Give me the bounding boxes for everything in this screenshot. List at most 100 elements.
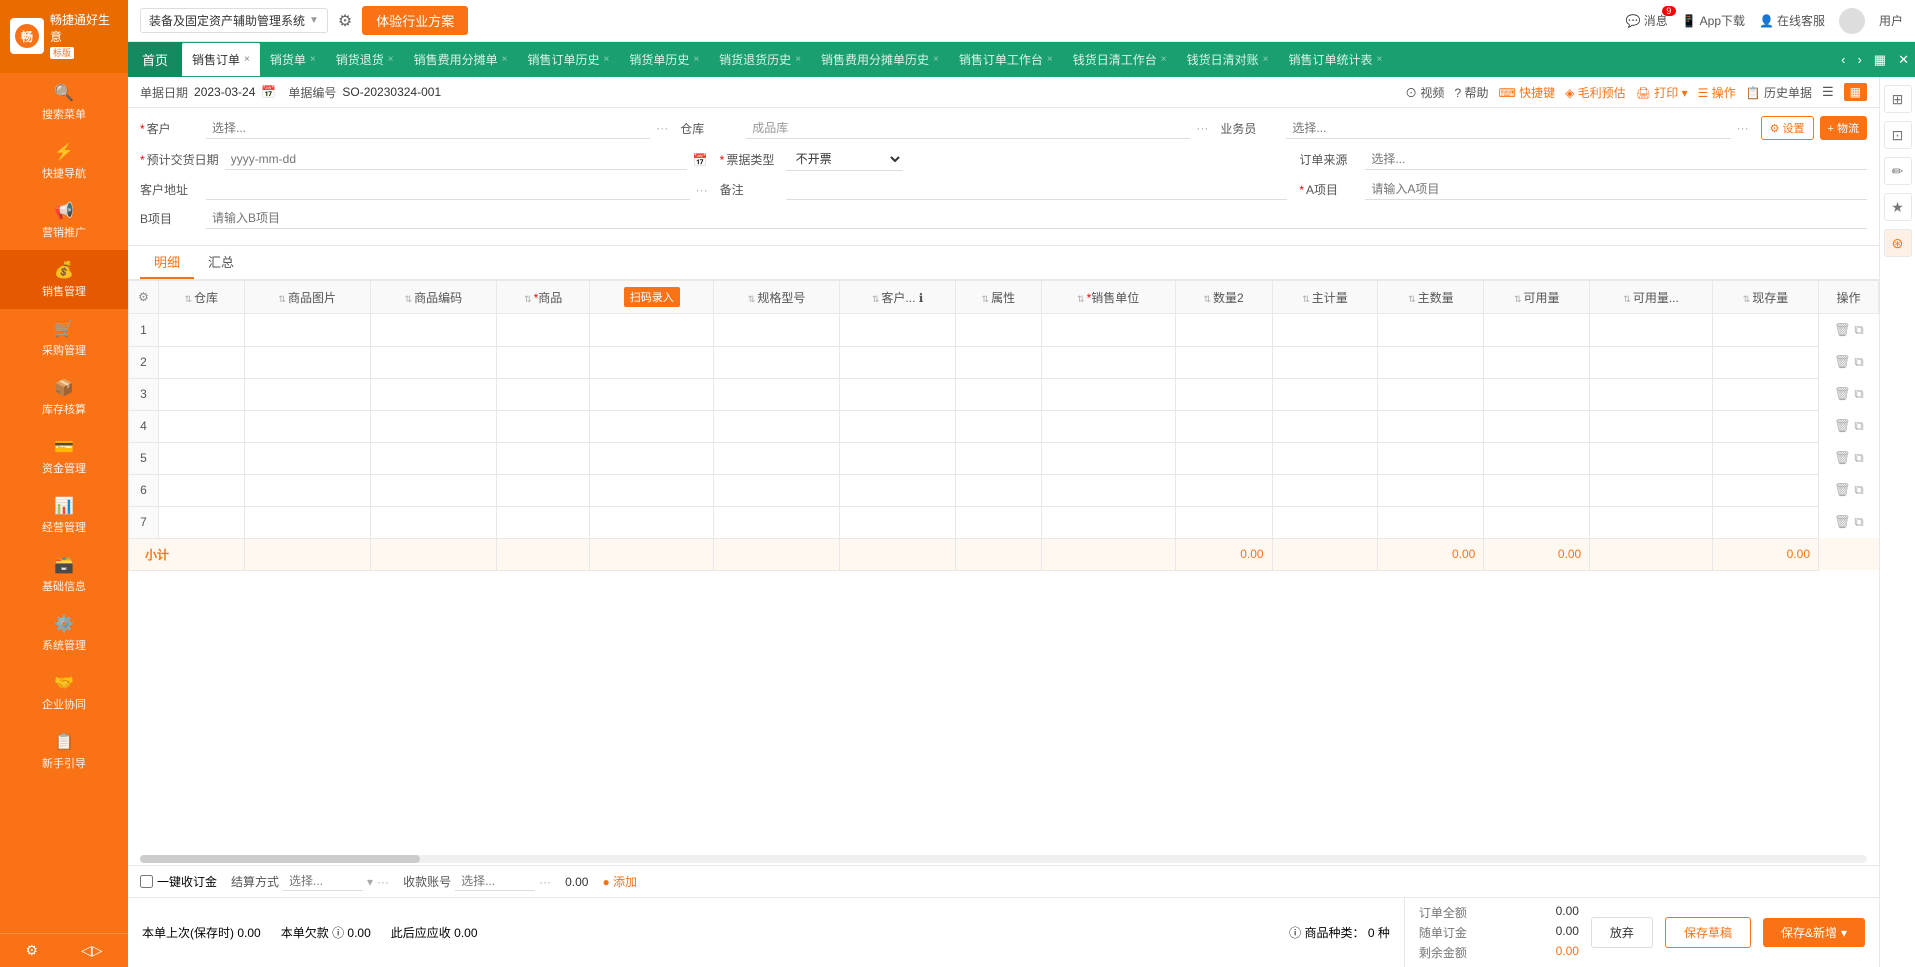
add-logistics-btn[interactable]: + 物流 [1820, 116, 1867, 140]
panel-btn-2[interactable]: ⊡ [1884, 121, 1912, 149]
tab-sales-order[interactable]: 销售订单 × [182, 43, 260, 76]
help-btn[interactable]: ? 帮助 [1454, 84, 1488, 101]
info-circle-icon[interactable]: ⓘ [1289, 926, 1301, 940]
tab-detail[interactable]: 明细 [140, 246, 194, 279]
tab-next-btn[interactable]: › [1851, 46, 1867, 73]
close-icon[interactable]: × [388, 54, 394, 65]
tab-sales-bill[interactable]: 销货单 × [260, 43, 326, 76]
close-icon[interactable]: × [1263, 54, 1269, 65]
warehouse-input[interactable] [746, 118, 1190, 139]
calendar-icon[interactable]: 📅 [261, 85, 276, 99]
tab-sales-bill-history[interactable]: 销货单历史 × [619, 43, 709, 76]
warehouse-more-icon[interactable]: ··· [1196, 121, 1208, 135]
settings-btn[interactable]: ⚙ 设置 [1761, 116, 1814, 140]
delete-icon[interactable]: 🗑 [1834, 386, 1851, 402]
scan-btn[interactable]: 扫码录入 [624, 287, 680, 307]
sidebar-settings-btn[interactable]: ⚙ [25, 942, 38, 959]
settings-gear-btn[interactable]: ⚙ [338, 11, 352, 31]
close-icon[interactable]: × [1376, 54, 1382, 65]
print-btn[interactable]: 🖨 打印 ▾ [1636, 84, 1688, 101]
app-download-btn[interactable]: 📱 App下载 [1682, 12, 1745, 29]
order-source-input[interactable] [1365, 149, 1867, 170]
video-btn[interactable]: ⊙ 视频 [1405, 84, 1444, 101]
discard-btn[interactable]: 放弃 [1591, 917, 1653, 948]
panel-btn-4[interactable]: ★ [1884, 193, 1912, 221]
app-selector[interactable]: 装备及固定资产辅助管理系统 ▼ [140, 8, 328, 33]
close-icon[interactable]: × [310, 54, 316, 65]
staff-more-icon[interactable]: ··· [1737, 121, 1749, 135]
close-icon[interactable]: × [1047, 54, 1053, 65]
close-icon[interactable]: × [502, 54, 508, 65]
industry-btn[interactable]: 体验行业方案 [362, 6, 468, 35]
tab-cash-reconcile[interactable]: 钱货日清对账 × [1177, 43, 1279, 76]
address-input[interactable] [206, 179, 690, 200]
close-icon[interactable]: × [244, 54, 250, 65]
sidebar-item-system[interactable]: ⚙️ 系统管理 [0, 604, 128, 663]
tab-sales-return[interactable]: 销货退货 × [326, 43, 404, 76]
tab-home[interactable]: 首页 [128, 42, 182, 77]
a-project-input[interactable] [1365, 179, 1867, 200]
account-more-icon[interactable]: ··· [539, 875, 551, 889]
list-view-btn[interactable]: ▦ [1844, 83, 1867, 101]
customer-more-icon[interactable]: ··· [656, 121, 668, 135]
tab-cash-daily-workbench[interactable]: 钱货日清工作台 × [1063, 43, 1177, 76]
address-more-icon[interactable]: ··· [696, 183, 708, 197]
tab-summary[interactable]: 汇总 [194, 246, 248, 279]
tab-sales-fee-split[interactable]: 销售费用分摊单 × [404, 43, 518, 76]
operations-btn[interactable]: ☰ 操作 [1698, 84, 1736, 101]
tab-close-all-btn[interactable]: ✕ [1892, 46, 1915, 74]
sidebar-item-search[interactable]: 🔍 搜索菜单 [0, 73, 128, 132]
tab-sales-fee-history[interactable]: 销售费用分摊单历史 × [811, 43, 949, 76]
staff-input[interactable] [1286, 118, 1730, 139]
delivery-calendar-icon[interactable]: 📅 [693, 153, 708, 167]
payment-more-icon[interactable]: ··· [377, 875, 389, 889]
b-project-input[interactable] [206, 208, 1867, 229]
close-icon[interactable]: × [795, 54, 801, 65]
copy-icon[interactable]: ⧉ [1854, 450, 1863, 466]
sidebar-item-guide[interactable]: 📋 新手引导 [0, 722, 128, 781]
note-input[interactable] [786, 179, 1288, 200]
sidebar-item-collab[interactable]: 🤝 企业协同 [0, 663, 128, 722]
delivery-date-input[interactable] [225, 149, 687, 170]
copy-icon[interactable]: ⧉ [1854, 354, 1863, 370]
invoice-type-select[interactable]: 不开票 增值税普通发票 增值税专用发票 [786, 148, 903, 171]
sidebar-collapse-btn[interactable]: ◁▷ [81, 942, 103, 959]
delete-icon[interactable]: 🗑 [1834, 450, 1851, 466]
sidebar-item-finance[interactable]: 💳 资金管理 [0, 427, 128, 486]
scrollbar-track[interactable] [140, 855, 1867, 863]
copy-icon[interactable]: ⧉ [1854, 322, 1863, 338]
panel-btn-1[interactable]: ⊞ [1884, 85, 1912, 113]
th-gear[interactable]: ⚙ [129, 281, 159, 314]
sidebar-item-marketing[interactable]: 📢 营销推广 [0, 191, 128, 250]
panel-btn-3[interactable]: ✏ [1884, 157, 1912, 185]
delete-icon[interactable]: 🗑 [1834, 354, 1851, 370]
sidebar-item-sales[interactable]: 💰 销售管理 [0, 250, 128, 309]
delete-icon[interactable]: 🗑 [1834, 482, 1851, 498]
copy-icon[interactable]: ⧉ [1854, 514, 1863, 530]
close-icon[interactable]: × [693, 54, 699, 65]
th-scan[interactable]: 扫码录入 [590, 281, 714, 314]
sidebar-item-basic-info[interactable]: 🗃️ 基础信息 [0, 545, 128, 604]
messages-btn[interactable]: 💬 消息 9 [1626, 12, 1668, 29]
save-draft-btn[interactable]: 保存草稿 [1665, 917, 1751, 948]
sidebar-item-shortcut[interactable]: ⚡ 快捷导航 [0, 132, 128, 191]
delete-icon[interactable]: 🗑 [1834, 322, 1851, 338]
customer-input[interactable] [206, 118, 650, 139]
online-service-btn[interactable]: 👤 在线客服 [1759, 12, 1825, 29]
gear-icon[interactable]: ⚙ [138, 290, 149, 304]
sidebar-item-purchase[interactable]: 🛒 采购管理 [0, 309, 128, 368]
grid-view-btn[interactable]: ☰ [1822, 84, 1834, 100]
sidebar-item-operations[interactable]: 📊 经营管理 [0, 486, 128, 545]
history-btn[interactable]: 📋 历史单据 [1746, 84, 1812, 101]
tab-sales-workbench[interactable]: 销售订单工作台 × [949, 43, 1063, 76]
copy-icon[interactable]: ⧉ [1854, 386, 1863, 402]
close-icon[interactable]: × [933, 54, 939, 65]
payment-method-input[interactable] [283, 872, 363, 891]
close-icon[interactable]: × [1161, 54, 1167, 65]
sidebar-item-inventory[interactable]: 📦 库存核算 [0, 368, 128, 427]
one-click-checkbox[interactable] [140, 875, 153, 888]
tab-list-btn[interactable]: ▦ [1868, 46, 1892, 74]
copy-icon[interactable]: ⧉ [1854, 482, 1863, 498]
info-icon[interactable]: ⓘ [332, 926, 344, 940]
close-icon[interactable]: × [603, 54, 609, 65]
